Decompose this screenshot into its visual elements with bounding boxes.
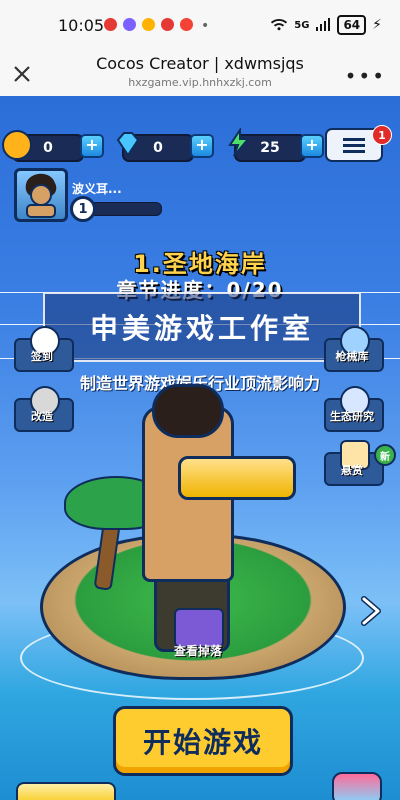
battery-indicator: 64 — [337, 15, 367, 35]
app-icon — [180, 18, 193, 31]
app-icon — [104, 18, 117, 31]
armory-label: 枪械库 — [335, 350, 369, 363]
golden-gun — [178, 456, 296, 500]
start-game-label: 开始游戏 — [142, 726, 263, 759]
page-title: Cocos Creator | xdwmsjqs — [96, 54, 304, 73]
app-icon — [123, 18, 136, 31]
status-bar: 10:05 • 5G 64 ⚡ — [0, 0, 400, 52]
new-badge: 新 — [374, 444, 396, 466]
more-icon[interactable]: ••• — [345, 64, 386, 88]
sign-in-label: 签到 — [31, 350, 53, 363]
add-gems-button[interactable]: + — [190, 134, 214, 158]
avatar[interactable] — [14, 168, 68, 222]
add-energy-button[interactable]: + — [300, 134, 324, 158]
browser-header: Cocos Creator | xdwmsjqs hxzgame.vip.hnh… — [0, 52, 400, 97]
research-button[interactable]: 生态研究 — [324, 386, 384, 432]
player-name: 波义耳... — [72, 182, 122, 196]
player-level: 1 — [70, 196, 96, 222]
gems-value: 0 — [153, 140, 163, 156]
page-url: hxzgame.vip.hnhxzkj.com — [128, 76, 272, 89]
app-icon — [142, 18, 155, 31]
studio-name: 申美游戏工作室 — [89, 312, 314, 345]
app-icon — [161, 18, 174, 31]
chevron-right-icon[interactable] — [358, 596, 384, 626]
lightning-icon — [228, 128, 251, 157]
game-canvas[interactable]: 0 + 0 + 25 + 1 波义耳... 1 1.圣地海岸 章节进度：0/20… — [0, 96, 400, 800]
more-dot-icon: • — [201, 18, 210, 34]
charging-icon: ⚡ — [372, 17, 382, 33]
xp-bar — [88, 202, 162, 216]
diamond-icon — [116, 132, 140, 157]
start-game-button[interactable]: 开始游戏 — [113, 706, 293, 776]
hamburger-icon — [343, 138, 365, 153]
add-coins-button[interactable]: + — [80, 134, 104, 158]
screen-root: 10:05 • 5G 64 ⚡ Cocos Creator | xdwmsjqs… — [0, 0, 400, 800]
rename-button[interactable]: 改造 — [14, 386, 74, 432]
rename-label: 改造 — [31, 410, 53, 423]
gem-shop-icon[interactable] — [332, 772, 382, 800]
research-label: 生态研究 — [330, 410, 374, 423]
armory-button[interactable]: 枪械库 — [324, 326, 384, 372]
energy-value: 25 — [260, 140, 280, 156]
status-time: 10:05 — [58, 16, 105, 35]
coins-value: 0 — [43, 140, 53, 156]
reward-label: 悬赏 — [341, 464, 363, 477]
coin-icon — [2, 130, 32, 160]
hero-hair — [152, 384, 224, 438]
view-drops-label[interactable]: 查看掉落 — [150, 642, 246, 659]
hero-portrait — [25, 173, 57, 218]
status-right: 5G 64 ⚡ — [270, 15, 382, 35]
reward-button[interactable]: 悬赏 — [324, 440, 384, 486]
weapon-preview[interactable] — [16, 782, 116, 800]
status-app-icons: • — [104, 18, 209, 34]
watermark-box: 申美游戏工作室 — [43, 292, 361, 362]
battery-level: 64 — [343, 18, 361, 32]
notification-badge: 1 — [372, 125, 392, 145]
signal-bars-icon — [316, 18, 331, 31]
sign-in-button[interactable]: 签到 — [14, 326, 74, 372]
signal-type-label: 5G — [294, 19, 310, 31]
wifi-icon — [271, 19, 288, 31]
